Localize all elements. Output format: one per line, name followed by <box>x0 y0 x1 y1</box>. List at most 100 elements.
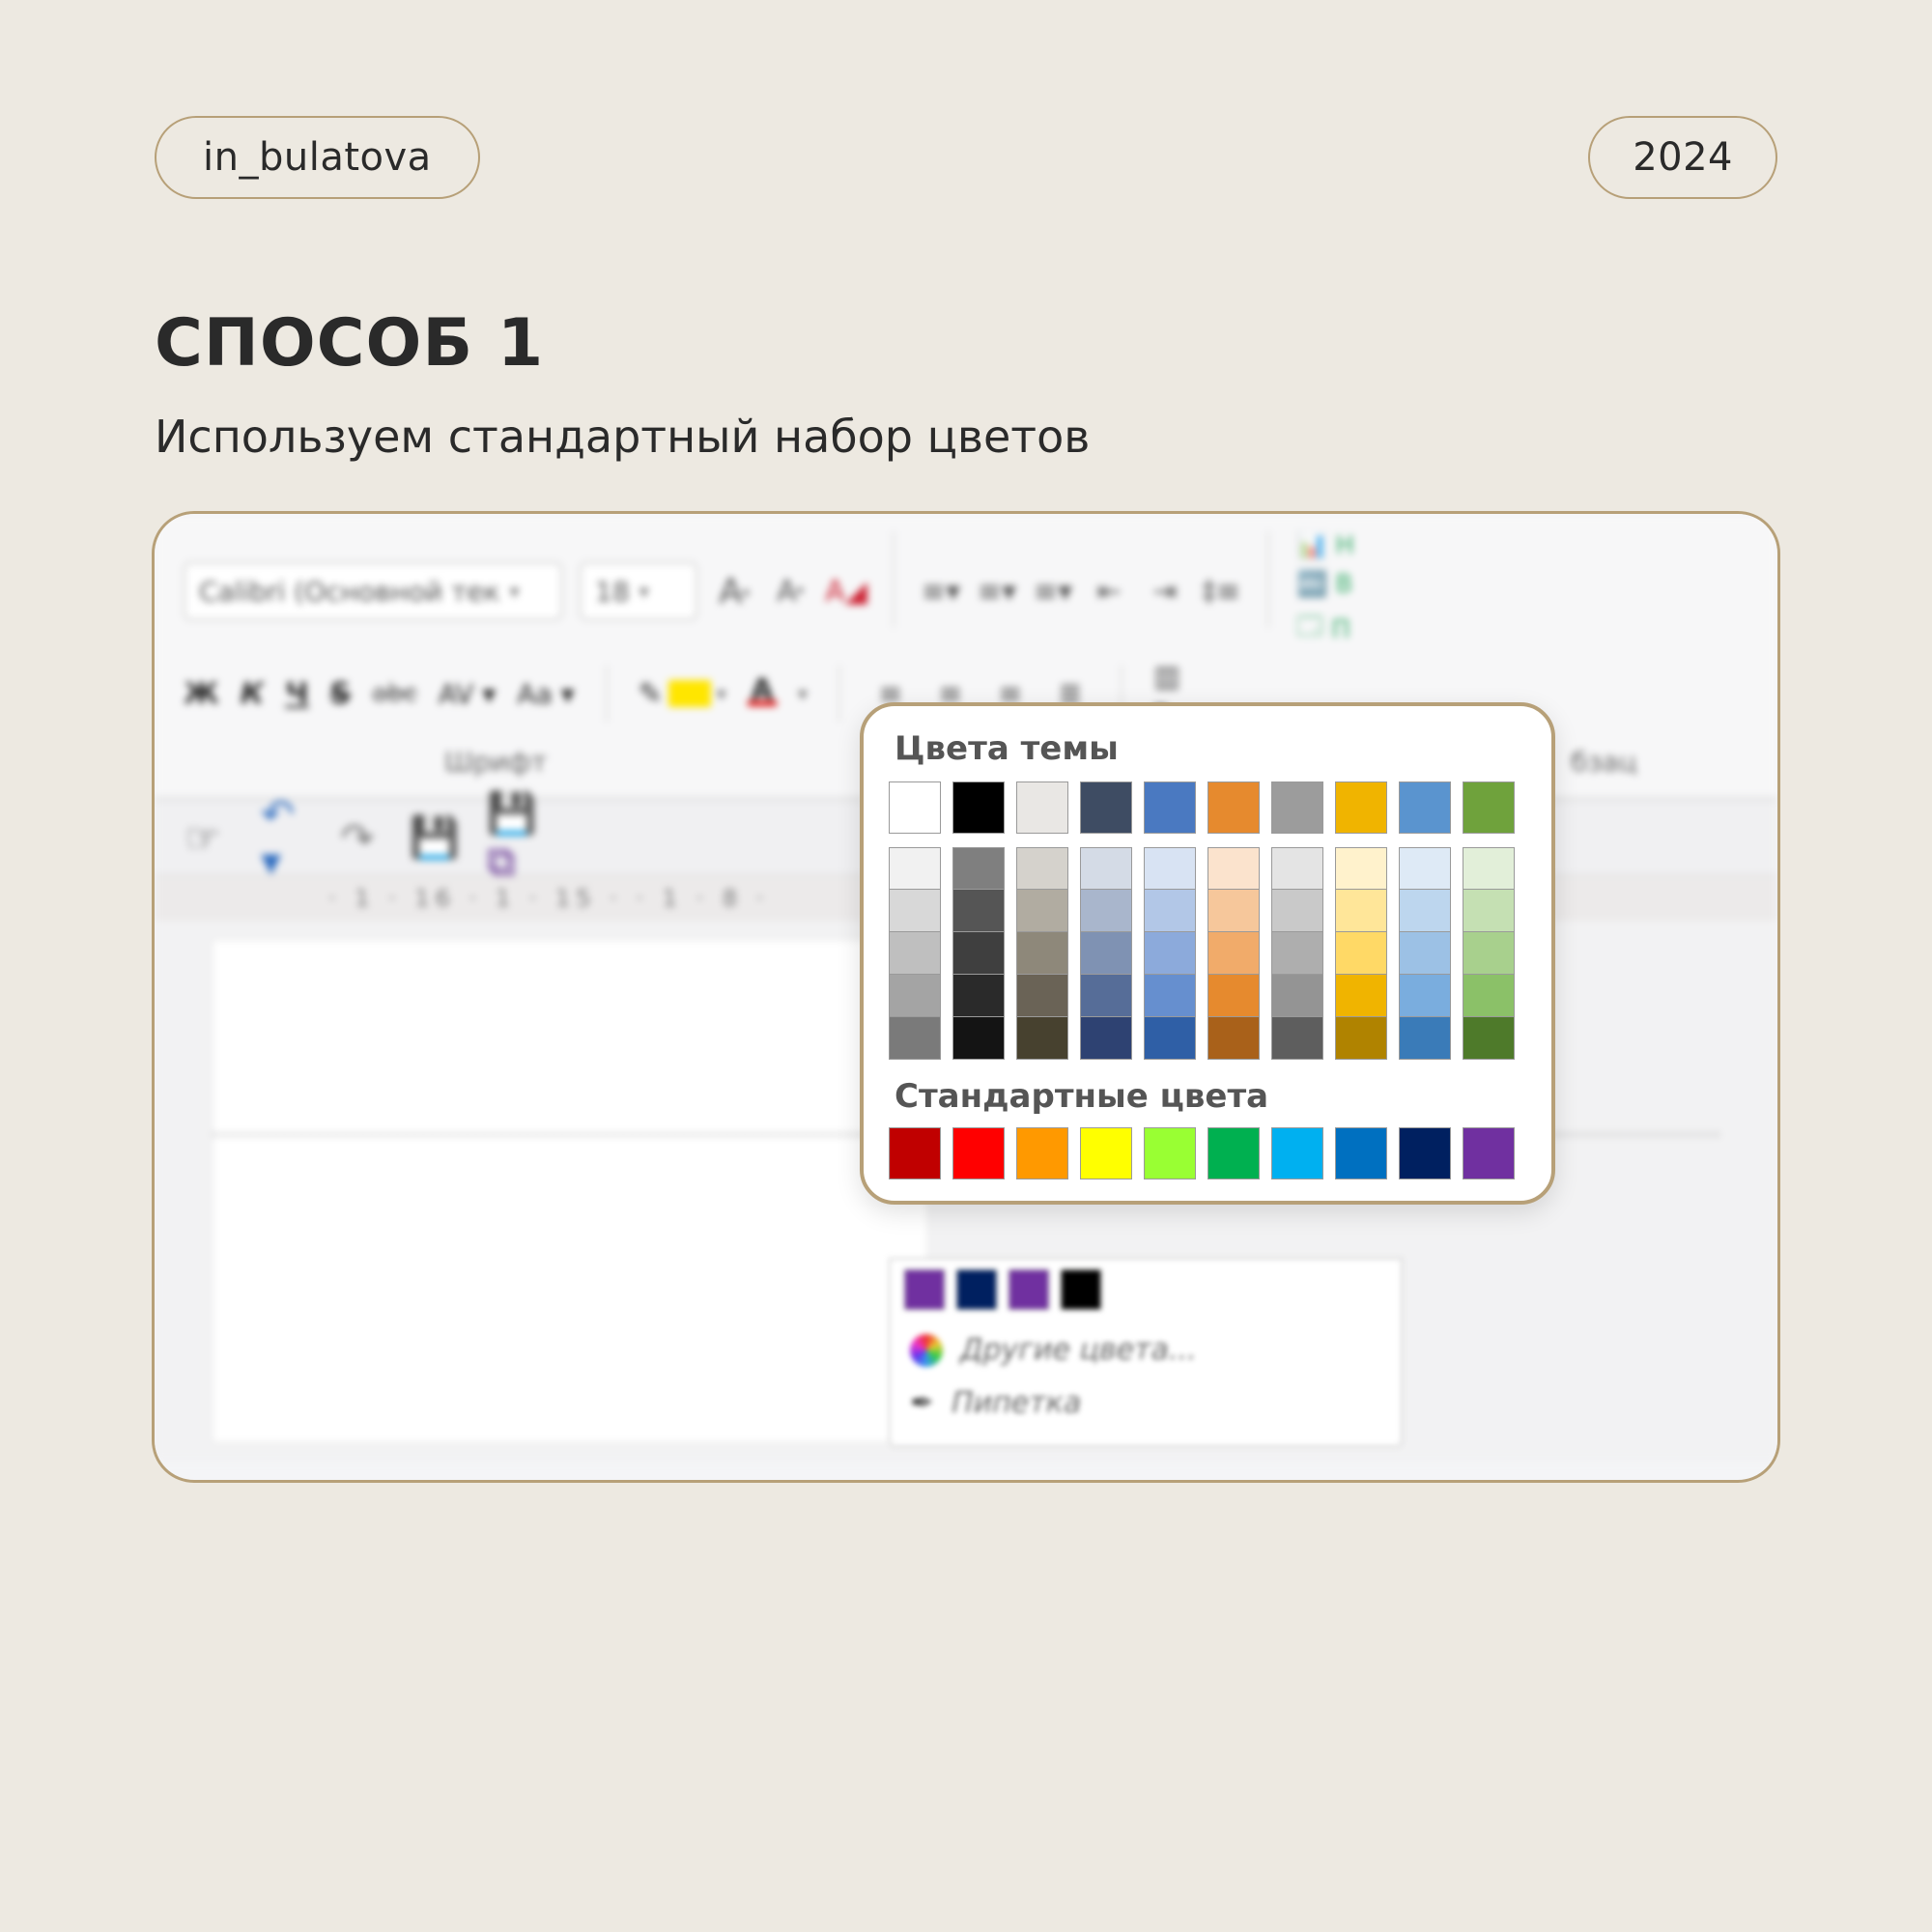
line-spacing-icon[interactable]: ‡≡ <box>1202 572 1240 611</box>
theme-tint-swatch[interactable] <box>1463 975 1515 1017</box>
theme-tint-swatch[interactable] <box>1016 932 1068 975</box>
theme-tint-swatch[interactable] <box>1208 932 1260 975</box>
theme-color-swatch[interactable] <box>1080 781 1132 834</box>
theme-color-swatch[interactable] <box>1271 781 1323 834</box>
theme-tint-swatch[interactable] <box>889 847 941 890</box>
theme-tint-swatch[interactable] <box>889 1017 941 1060</box>
char-spacing-button[interactable]: AV ▾ <box>439 678 497 710</box>
chart-button[interactable]: 📊 Н <box>1296 531 1354 560</box>
theme-tint-swatch[interactable] <box>1335 932 1387 975</box>
theme-tint-swatch[interactable] <box>1080 1017 1132 1060</box>
redo-icon[interactable]: ↷ <box>338 818 377 857</box>
theme-color-swatch[interactable] <box>1463 781 1515 834</box>
save-icon[interactable]: 💾 <box>415 818 454 857</box>
standard-color-swatch[interactable] <box>1016 1127 1068 1179</box>
theme-color-swatch[interactable] <box>1208 781 1260 834</box>
theme-tint-swatch[interactable] <box>1080 975 1132 1017</box>
theme-color-swatch[interactable] <box>952 781 1005 834</box>
text-box-button[interactable]: 🔤 В <box>1296 570 1354 599</box>
theme-tint-swatch[interactable] <box>889 932 941 975</box>
theme-tint-swatch[interactable] <box>1271 890 1323 932</box>
theme-tint-swatch[interactable] <box>1016 1017 1068 1060</box>
theme-color-swatch[interactable] <box>1335 781 1387 834</box>
standard-color-swatch[interactable] <box>1335 1127 1387 1179</box>
font-name-combo[interactable]: Calibri (Основной тек▾ <box>184 562 562 620</box>
theme-tint-swatch[interactable] <box>1271 847 1323 890</box>
strike-button[interactable]: S <box>330 677 352 711</box>
theme-tint-swatch[interactable] <box>1335 890 1387 932</box>
theme-color-swatch[interactable] <box>1144 781 1196 834</box>
font-size-combo[interactable]: 18▾ <box>580 562 697 620</box>
theme-tint-swatch[interactable] <box>1080 847 1132 890</box>
theme-tint-swatch[interactable] <box>889 890 941 932</box>
theme-tint-swatch[interactable] <box>1208 890 1260 932</box>
theme-tint-swatch[interactable] <box>1463 1017 1515 1060</box>
theme-color-swatch[interactable] <box>889 781 941 834</box>
theme-tint-swatch[interactable] <box>952 975 1005 1017</box>
theme-tint-swatch[interactable] <box>1144 890 1196 932</box>
standard-color-swatch[interactable] <box>889 1127 941 1179</box>
theme-color-swatch[interactable] <box>1399 781 1451 834</box>
more-colors-item[interactable]: Другие цвета... <box>904 1323 1387 1377</box>
recent-color-swatch[interactable] <box>904 1269 945 1310</box>
theme-tint-swatch[interactable] <box>1335 1017 1387 1060</box>
grow-font-icon[interactable]: A▴ <box>715 572 753 611</box>
italic-button[interactable]: К <box>241 677 265 711</box>
theme-tint-swatch[interactable] <box>1080 890 1132 932</box>
theme-tint-swatch[interactable] <box>952 932 1005 975</box>
theme-tint-swatch[interactable] <box>1208 975 1260 1017</box>
theme-tint-swatch[interactable] <box>1399 975 1451 1017</box>
shrink-font-icon[interactable]: A▾ <box>771 572 810 611</box>
theme-tint-swatch[interactable] <box>1144 847 1196 890</box>
theme-tint-swatch[interactable] <box>1016 847 1068 890</box>
undo-icon[interactable]: ↶ ▾ <box>261 818 299 857</box>
theme-tint-swatch[interactable] <box>889 975 941 1017</box>
theme-tint-swatch[interactable] <box>1399 932 1451 975</box>
underline-button[interactable]: Ч <box>285 677 308 711</box>
save-as-icon[interactable]: 💾⧉ <box>493 818 531 857</box>
theme-tint-swatch[interactable] <box>1208 847 1260 890</box>
theme-tint-swatch[interactable] <box>1144 975 1196 1017</box>
theme-tint-swatch[interactable] <box>1271 1017 1323 1060</box>
highlight-button[interactable]: ✎▾ <box>639 677 726 711</box>
theme-tint-swatch[interactable] <box>1016 975 1068 1017</box>
theme-tint-swatch[interactable] <box>1016 890 1068 932</box>
eyedropper-item[interactable]: ✒ Пипетка <box>904 1377 1387 1430</box>
indent-buttons[interactable]: ⇤⇥ <box>1090 572 1184 611</box>
standard-color-swatch[interactable] <box>1271 1127 1323 1179</box>
list-buttons[interactable]: ≡▾≡▾≡▾ <box>922 572 1072 611</box>
theme-tint-swatch[interactable] <box>1335 975 1387 1017</box>
theme-tint-swatch[interactable] <box>1463 847 1515 890</box>
standard-color-swatch[interactable] <box>1208 1127 1260 1179</box>
theme-tint-swatch[interactable] <box>1271 932 1323 975</box>
strikethrough-abc-icon[interactable]: abc <box>372 679 417 708</box>
theme-tint-swatch[interactable] <box>1335 847 1387 890</box>
theme-tint-swatch[interactable] <box>1399 890 1451 932</box>
theme-tint-swatch[interactable] <box>952 890 1005 932</box>
theme-tint-swatch[interactable] <box>1463 890 1515 932</box>
theme-tint-swatch[interactable] <box>1463 932 1515 975</box>
bold-button[interactable]: Ж <box>184 677 219 711</box>
theme-tint-swatch[interactable] <box>952 847 1005 890</box>
standard-color-swatch[interactable] <box>1399 1127 1451 1179</box>
standard-color-swatch[interactable] <box>1463 1127 1515 1179</box>
standard-color-swatch[interactable] <box>1080 1127 1132 1179</box>
theme-tint-swatch[interactable] <box>1144 1017 1196 1060</box>
font-color-button[interactable]: A <box>748 681 777 706</box>
theme-tint-swatch[interactable] <box>1399 1017 1451 1060</box>
theme-tint-swatch[interactable] <box>1208 1017 1260 1060</box>
theme-tint-swatch[interactable] <box>1271 975 1323 1017</box>
touch-mode-icon[interactable]: ☞ <box>184 818 222 857</box>
theme-color-swatch[interactable] <box>1016 781 1068 834</box>
recent-color-swatch[interactable] <box>1061 1269 1101 1310</box>
theme-tint-swatch[interactable] <box>1080 932 1132 975</box>
recent-color-swatch[interactable] <box>956 1269 997 1310</box>
theme-tint-swatch[interactable] <box>1399 847 1451 890</box>
standard-color-swatch[interactable] <box>952 1127 1005 1179</box>
clear-formatting-icon[interactable]: A◢ <box>827 572 866 611</box>
convert-button[interactable]: 🗔 П <box>1296 609 1354 651</box>
theme-tint-swatch[interactable] <box>952 1017 1005 1060</box>
recent-color-swatch[interactable] <box>1009 1269 1049 1310</box>
change-case-button[interactable]: Aa ▾ <box>517 678 574 710</box>
theme-tint-swatch[interactable] <box>1144 932 1196 975</box>
